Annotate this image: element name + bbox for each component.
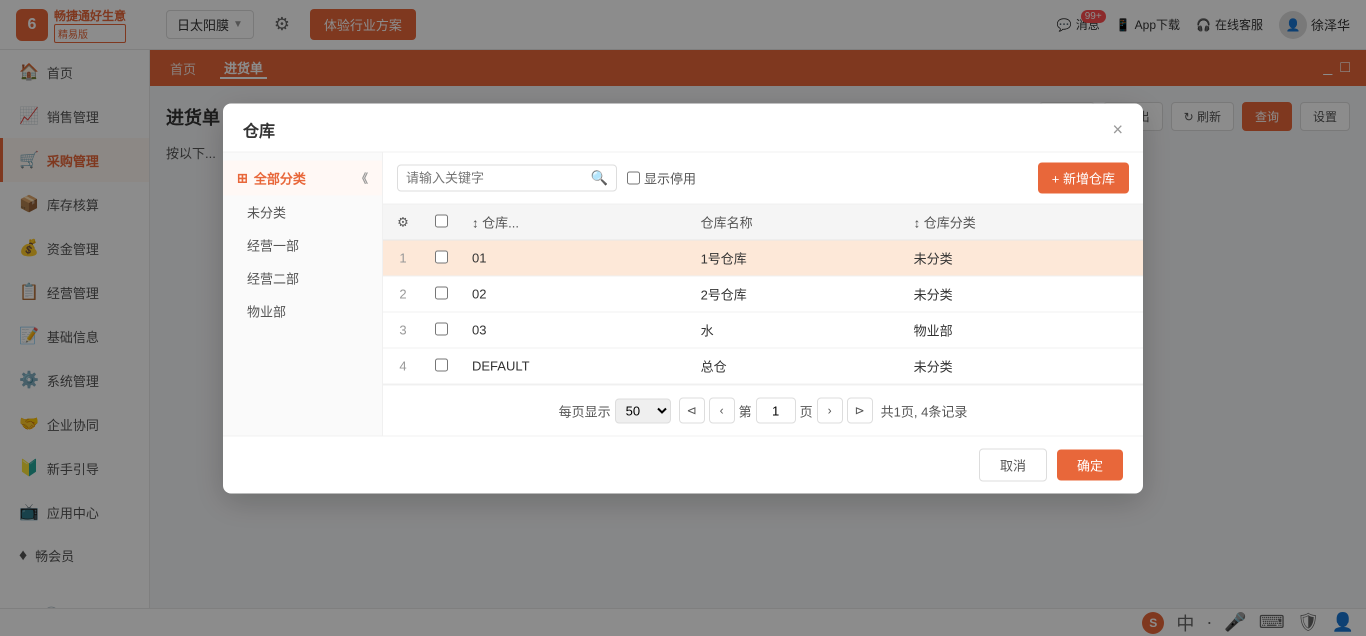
- show-disabled-label: 显示停用: [627, 169, 696, 188]
- search-icon[interactable]: 🔍: [591, 170, 608, 187]
- table-row[interactable]: 3 03 水 物业部: [383, 312, 1143, 348]
- table-row[interactable]: 2 02 2号仓库 未分类: [383, 276, 1143, 312]
- page-size-dropdown[interactable]: 50 100 200: [615, 398, 671, 423]
- page-last-button[interactable]: ⊳: [847, 398, 873, 424]
- select-all-checkbox[interactable]: [435, 214, 448, 227]
- warehouse-modal: 仓库 × ⊞ 全部分类 《 未分类 经营一部 经营二部 物业部 🔍: [223, 104, 1143, 494]
- page-nav: ⊲ ‹ 第 页 › ⊳: [679, 398, 873, 424]
- modal-close-button[interactable]: ×: [1112, 119, 1123, 140]
- row-name-3: 水: [689, 312, 902, 348]
- cancel-button[interactable]: 取消: [979, 449, 1047, 482]
- modal-header: 仓库 ×: [223, 104, 1143, 153]
- search-input[interactable]: [406, 171, 585, 186]
- row-code-1: 01: [460, 240, 689, 276]
- modal-footer: 取消 确定: [223, 436, 1143, 494]
- grid-icon: ⊞: [237, 170, 248, 186]
- search-box: 🔍: [397, 165, 617, 192]
- row-name-2: 2号仓库: [689, 276, 902, 312]
- row-category-1: 未分类: [902, 240, 1143, 276]
- row-name-1: 1号仓库: [689, 240, 902, 276]
- row-code-4: DEFAULT: [460, 348, 689, 384]
- table-row[interactable]: 1 01 1号仓库 未分类: [383, 240, 1143, 276]
- modal-title: 仓库: [243, 118, 275, 142]
- pagination: 每页显示 50 100 200 ⊲ ‹ 第 页 › ⊳ 共1页, 4条记: [383, 385, 1143, 436]
- modal-body: ⊞ 全部分类 《 未分类 经营一部 经营二部 物业部 🔍 显示停用 +: [223, 153, 1143, 436]
- modal-toolbar: 🔍 显示停用 + 新增仓库: [383, 153, 1143, 205]
- col-category: ↕ 仓库分类: [902, 205, 1143, 241]
- modal-main: 🔍 显示停用 + 新增仓库 ⚙ ↕ 仓库... 仓库名称: [383, 153, 1143, 436]
- col-checkbox: [423, 205, 460, 241]
- row-settings-2: 2: [383, 276, 423, 312]
- row-category-3: 物业部: [902, 312, 1143, 348]
- page-total: 共1页, 4条记录: [881, 401, 968, 420]
- row-code-2: 02: [460, 276, 689, 312]
- col-code: ↕ 仓库...: [460, 205, 689, 241]
- page-next-button[interactable]: ›: [817, 398, 843, 424]
- category-all-label: 全部分类: [254, 169, 306, 188]
- page-size-select: 每页显示 50 100 200: [559, 398, 671, 423]
- category-unclassified[interactable]: 未分类: [223, 196, 382, 229]
- row-category-4: 未分类: [902, 348, 1143, 384]
- all-categories-header[interactable]: ⊞ 全部分类 《: [223, 161, 382, 196]
- table-row[interactable]: 4 DEFAULT 总仓 未分类: [383, 348, 1143, 384]
- row-checkbox-4[interactable]: [423, 348, 460, 384]
- confirm-button[interactable]: 确定: [1057, 450, 1123, 481]
- category-ops1[interactable]: 经营一部: [223, 229, 382, 262]
- row-code-3: 03: [460, 312, 689, 348]
- page-number-input[interactable]: [756, 398, 796, 424]
- settings-col-icon: ⚙: [397, 214, 409, 229]
- row-name-4: 总仓: [689, 348, 902, 384]
- category-property[interactable]: 物业部: [223, 295, 382, 328]
- row-checkbox-2[interactable]: [423, 276, 460, 312]
- page-first-button[interactable]: ⊲: [679, 398, 705, 424]
- page-prev-button[interactable]: ‹: [709, 398, 735, 424]
- row-settings-4: 4: [383, 348, 423, 384]
- warehouse-table: ⚙ ↕ 仓库... 仓库名称 ↕ 仓库分类 1 01 1号仓库: [383, 205, 1143, 385]
- row-checkbox-1[interactable]: [423, 240, 460, 276]
- row-settings-3: 3: [383, 312, 423, 348]
- add-warehouse-button[interactable]: + 新增仓库: [1038, 163, 1129, 194]
- collapse-icon[interactable]: 《: [356, 170, 368, 187]
- category-ops2[interactable]: 经营二部: [223, 262, 382, 295]
- row-checkbox-3[interactable]: [423, 312, 460, 348]
- row-category-2: 未分类: [902, 276, 1143, 312]
- show-disabled-checkbox[interactable]: [627, 172, 640, 185]
- modal-sidebar: ⊞ 全部分类 《 未分类 经营一部 经营二部 物业部: [223, 153, 383, 436]
- col-name: 仓库名称: [689, 205, 902, 241]
- col-settings: ⚙: [383, 205, 423, 241]
- row-settings-1: 1: [383, 240, 423, 276]
